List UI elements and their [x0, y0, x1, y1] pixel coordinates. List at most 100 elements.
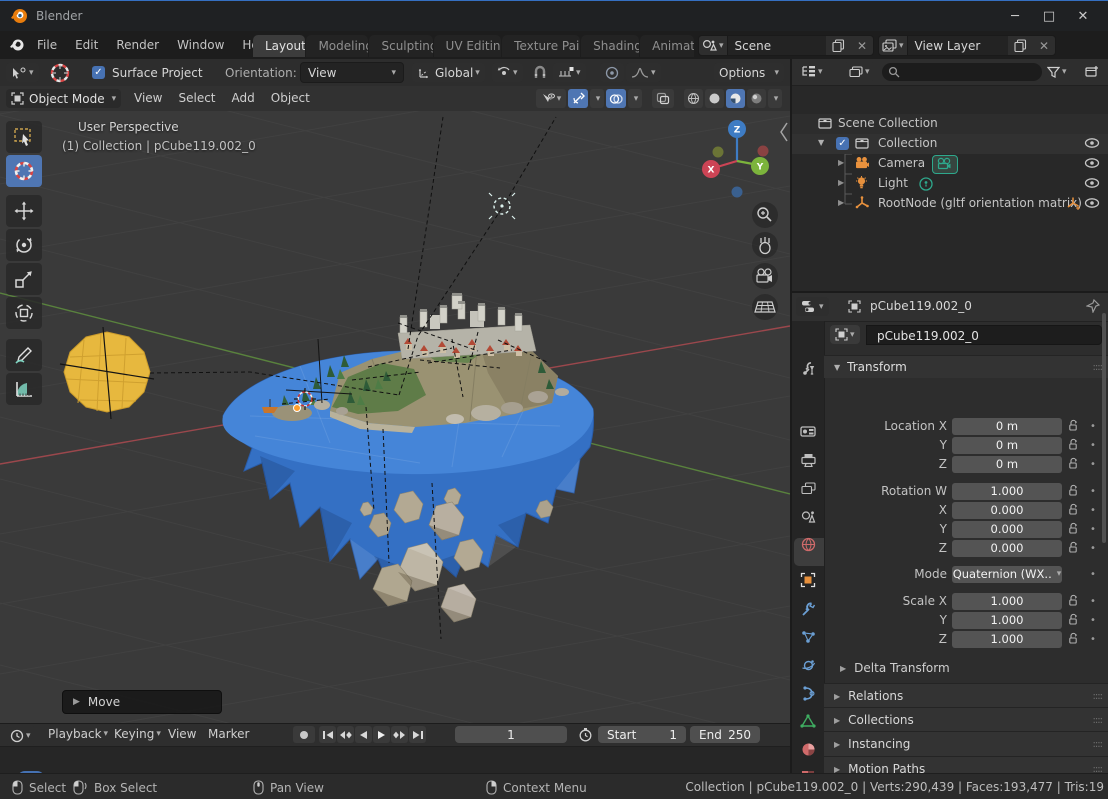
shading-wireframe-button[interactable] — [684, 89, 703, 108]
properties-scrollbar[interactable] — [1102, 313, 1106, 543]
rotation-x-field[interactable]: 0.000 — [952, 501, 1062, 519]
lock-icon[interactable] — [1067, 419, 1081, 433]
scene-icon[interactable]: ▾ — [699, 36, 728, 55]
properties-editor-dropdown[interactable]: ▾ — [796, 297, 829, 316]
timeline-editor-dropdown[interactable]: ▾ — [5, 726, 36, 745]
frame-end-field[interactable]: End 250 — [690, 726, 760, 743]
expand-toggle[interactable]: ▶ — [838, 178, 844, 187]
panel-collections[interactable]: ▶ Collections :::: — [824, 707, 1108, 732]
lock-icon[interactable] — [1067, 438, 1081, 452]
viewport-menu-view[interactable]: View — [126, 88, 170, 109]
lock-icon[interactable] — [1067, 503, 1081, 517]
selectability-dropdown[interactable]: ▾ — [536, 89, 566, 108]
viewport-menu-add[interactable]: Add — [224, 88, 263, 109]
mode-dropdown[interactable]: Object Mode ▾ — [6, 89, 122, 108]
record-button[interactable] — [293, 726, 315, 743]
view-layer-new-icon[interactable] — [1007, 36, 1033, 55]
hide-eye-icon[interactable] — [1084, 157, 1100, 169]
maximize-button[interactable]: □ — [1032, 1, 1066, 31]
timeline-menu-playback[interactable]: Playback ▾ — [48, 727, 108, 741]
rotation-z-field[interactable]: 0.000 — [952, 539, 1062, 557]
prev-keyframe-button[interactable] — [337, 726, 354, 743]
tool-annotate[interactable] — [6, 339, 42, 371]
expand-toggle[interactable]: ▶ — [838, 198, 844, 207]
menu-window[interactable]: Window — [168, 34, 233, 56]
outliner-filter-dropdown[interactable]: ▾ — [1042, 62, 1072, 81]
gizmos-dropdown[interactable]: ▾ — [590, 89, 604, 108]
tab-sculpting[interactable]: Sculpting — [369, 35, 433, 57]
location-x-field[interactable]: 0 m — [952, 417, 1062, 435]
rotation-y-field[interactable]: 0.000 — [952, 520, 1062, 538]
jump-to-end-button[interactable] — [409, 726, 426, 743]
tab-output[interactable] — [799, 451, 817, 469]
delta-transform-subpanel[interactable]: ▶ Delta Transform — [840, 659, 950, 677]
gizmos-toggle[interactable] — [568, 89, 588, 108]
xray-toggle[interactable] — [652, 89, 674, 108]
expand-toggle[interactable]: ▶ — [838, 158, 844, 167]
hide-eye-icon[interactable] — [1084, 177, 1100, 189]
tab-render[interactable] — [799, 422, 817, 440]
camera-view-button[interactable] — [752, 263, 778, 289]
minimize-button[interactable]: ─ — [998, 1, 1032, 31]
viewport-menu-object[interactable]: Object — [263, 88, 318, 109]
pan-button[interactable] — [752, 232, 778, 258]
transform-panel-header[interactable]: ▼ Transform :::: — [824, 355, 1108, 378]
tab-layout[interactable]: Layout — [253, 35, 306, 57]
blender-menu-icon[interactable] — [9, 38, 25, 52]
scale-y-field[interactable]: 1.000 — [952, 611, 1062, 629]
tab-texture-paint[interactable]: Texture Paint — [502, 35, 581, 57]
lock-icon[interactable] — [1067, 594, 1081, 608]
lock-icon[interactable] — [1067, 457, 1081, 471]
animate-dot[interactable]: • — [1090, 459, 1096, 470]
object-origin-dot[interactable] — [293, 404, 301, 412]
camera-data-badge[interactable] — [932, 155, 958, 174]
hide-eye-icon[interactable] — [1084, 137, 1100, 149]
tab-shading[interactable]: Shading — [581, 35, 640, 57]
tool-rotate[interactable] — [6, 229, 42, 261]
timeline-menu-keying[interactable]: Keying ▾ — [114, 727, 161, 741]
proportional-editing-icon[interactable] — [600, 63, 624, 82]
surface-project-checkbox[interactable]: ✓ — [92, 66, 105, 79]
animate-dot[interactable]: • — [1090, 505, 1096, 516]
play-button[interactable] — [373, 726, 390, 743]
tab-world[interactable] — [799, 535, 817, 553]
expand-toggle[interactable]: ▼ — [818, 138, 824, 147]
frame-start-field[interactable]: Start 1 — [598, 726, 686, 743]
tab-constraints[interactable] — [799, 684, 817, 702]
panel-grip[interactable]: :::: — [1093, 362, 1104, 373]
active-tool-selector[interactable]: ▾ — [6, 63, 39, 82]
viewport-3d[interactable]: Z X Y User Perspective (1) Collection | … — [0, 111, 790, 723]
tool-cursor[interactable] — [6, 155, 42, 187]
scale-z-field[interactable]: 1.000 — [952, 630, 1062, 648]
zoom-button[interactable] — [752, 202, 778, 228]
animate-dot[interactable]: • — [1090, 569, 1096, 580]
outliner-search-input[interactable] — [882, 63, 1042, 81]
menu-edit[interactable]: Edit — [66, 34, 107, 56]
tool-move[interactable] — [6, 195, 42, 227]
object-name-field[interactable]: pCube119.002_0 — [866, 325, 1102, 345]
tab-object[interactable] — [799, 571, 817, 589]
tool-select-box[interactable] — [6, 121, 42, 153]
new-collection-button[interactable] — [1080, 62, 1104, 81]
tab-uv-editing[interactable]: UV Editing — [433, 35, 502, 57]
tab-modeling[interactable]: Modeling — [306, 35, 369, 57]
scene-selector[interactable]: ▾ Scene ✕ — [698, 35, 874, 56]
operator-panel-move[interactable]: ▶ Move — [62, 690, 222, 714]
shading-rendered-button[interactable] — [747, 89, 766, 108]
tab-object-data[interactable] — [799, 712, 817, 730]
menu-render[interactable]: Render — [107, 34, 168, 56]
lock-icon[interactable] — [1067, 541, 1081, 555]
tool-transform[interactable] — [6, 297, 42, 329]
animate-dot[interactable]: • — [1090, 543, 1096, 554]
animate-dot[interactable]: • — [1090, 615, 1096, 626]
falloff-dropdown[interactable]: ▾ — [626, 63, 661, 82]
ortho-toggle-button[interactable] — [752, 294, 778, 320]
rotation-mode-dropdown[interactable]: Quaternion (WX.. ▾ — [952, 565, 1062, 583]
view-layer-unlink-icon[interactable]: ✕ — [1032, 36, 1055, 55]
scene-new-icon[interactable] — [825, 36, 851, 55]
light-data-badge[interactable] — [918, 176, 934, 192]
tab-tool[interactable] — [799, 359, 817, 377]
timeline-menu-view[interactable]: View — [168, 727, 196, 741]
collection-checkbox[interactable]: ✓ — [836, 137, 849, 150]
animate-dot[interactable]: • — [1090, 634, 1096, 645]
